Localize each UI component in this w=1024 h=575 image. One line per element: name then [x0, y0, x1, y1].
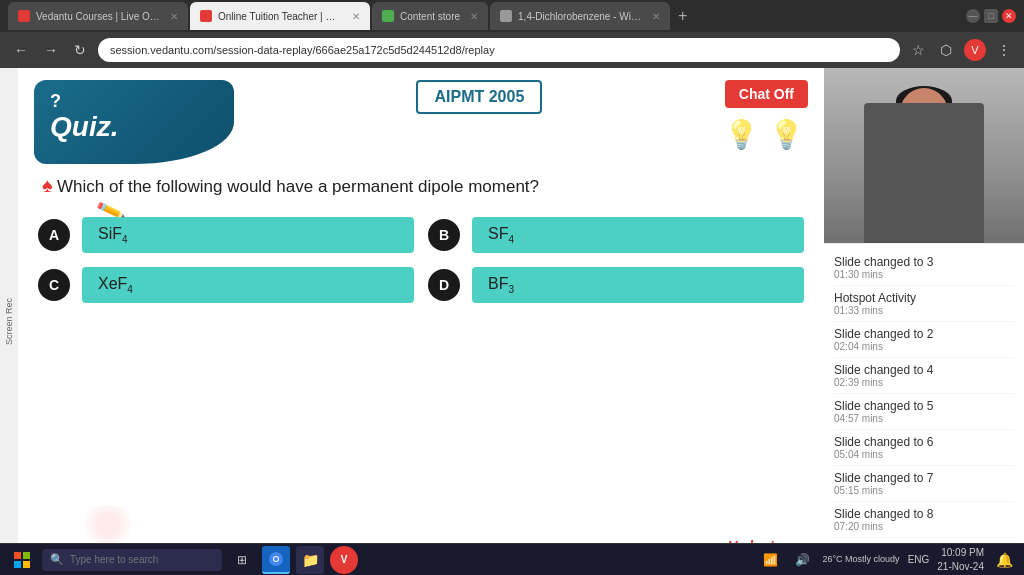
address-bar-row: ← → ↻ session.vedantu.com/session-data-r…	[0, 32, 1024, 68]
option-b-circle: B	[428, 219, 460, 251]
notification-icon[interactable]: 🔔	[992, 548, 1016, 572]
option-c[interactable]: C XeF4	[38, 267, 414, 303]
options-grid: A SiF4 B SF4 C XeF	[34, 217, 808, 303]
option-d-circle: D	[428, 269, 460, 301]
search-icon: 🔍	[50, 553, 64, 566]
tab-bar: Vedantu Courses | Live Online Tu... ✕ On…	[0, 0, 1024, 32]
bookmark-icon[interactable]: ☆	[908, 40, 928, 60]
aipmt-badge: AIPMT 2005	[416, 80, 542, 114]
bulb-2: 💡	[769, 118, 804, 151]
tab-favicon-3	[382, 10, 394, 22]
chat-off-button[interactable]: Chat Off	[725, 80, 808, 108]
tab-close-4[interactable]: ✕	[652, 11, 660, 22]
tab-online-tuition[interactable]: Online Tuition Teacher | Onlin... ✕	[190, 2, 370, 30]
svg-rect-1	[23, 552, 30, 559]
taskbar-right: 📶 🔊 26°C Mostly cloudy ENG 10:09 PM 21-N…	[758, 546, 1016, 574]
option-c-bar[interactable]: XeF4	[82, 267, 414, 303]
teacher-figure	[824, 68, 1024, 243]
option-b-bar[interactable]: SF4	[472, 217, 804, 253]
new-tab-button[interactable]: +	[672, 7, 693, 25]
browser-chrome: Vedantu Courses | Live Online Tu... ✕ On…	[0, 0, 1024, 68]
network-icon[interactable]: 📶	[758, 548, 782, 572]
video-panel: Slide changed to 3 01:30 mins Hotspot Ac…	[824, 68, 1024, 575]
activity-log: Slide changed to 3 01:30 mins Hotspot Ac…	[824, 243, 1024, 575]
bulb-1: 💡	[724, 118, 759, 151]
activity-item-8: Slide changed to 8 07:20 mins	[834, 502, 1014, 538]
menu-icon[interactable]: ⋮	[994, 40, 1014, 60]
activity-item-3: Slide changed to 2 02:04 mins	[834, 322, 1014, 358]
left-sidebar-strip[interactable]: Screen Rec	[0, 68, 18, 575]
chrome-app-button[interactable]	[262, 546, 290, 574]
quiz-header: ? Quiz. AIPMT 2005 Chat Off	[34, 80, 808, 164]
option-b[interactable]: B SF4	[428, 217, 804, 253]
search-input[interactable]	[70, 554, 190, 565]
background-decoration	[78, 505, 138, 545]
question-area: ♠ Which of the following would have a pe…	[34, 174, 808, 200]
main-content: Screen Rec ? Quiz. AIPMT 2005 Chat Off 💡…	[0, 68, 1024, 575]
activity-item-6: Slide changed to 6 05:04 mins	[834, 430, 1014, 466]
question-mark: ?	[50, 92, 214, 110]
tab-close-3[interactable]: ✕	[470, 11, 478, 22]
teacher-video	[824, 68, 1024, 243]
forward-button[interactable]: →	[40, 40, 62, 60]
activity-item-7: Slide changed to 7 05:15 mins	[834, 466, 1014, 502]
tab-content-store[interactable]: Content store ✕	[372, 2, 488, 30]
close-button[interactable]: ✕	[1002, 9, 1016, 23]
activity-item-4: Slide changed to 4 02:39 mins	[834, 358, 1014, 394]
option-c-circle: C	[38, 269, 70, 301]
windows-start-button[interactable]	[8, 546, 36, 574]
sidebar-text: Screen Rec	[4, 298, 14, 345]
tab-favicon-1	[18, 10, 30, 22]
option-d-bar[interactable]: BF3	[472, 267, 804, 303]
taskbar-search[interactable]: 🔍	[42, 549, 222, 571]
address-bar[interactable]: session.vedantu.com/session-data-replay/…	[98, 38, 900, 62]
language-indicator[interactable]: ENG	[908, 554, 930, 565]
weather-info: 26°C Mostly cloudy	[822, 553, 899, 566]
file-explorer-button[interactable]: 📁	[296, 546, 324, 574]
quiz-title-box: ? Quiz.	[34, 80, 234, 164]
tab-close-1[interactable]: ✕	[170, 11, 178, 22]
svg-rect-3	[23, 561, 30, 568]
chrome-icon	[269, 552, 283, 566]
option-d[interactable]: D BF3	[428, 267, 804, 303]
vedantu-app-button[interactable]: V	[330, 546, 358, 574]
option-a-circle: A	[38, 219, 70, 251]
option-a-bar[interactable]: SiF4	[82, 217, 414, 253]
question-text: ♠ Which of the following would have a pe…	[42, 174, 808, 200]
taskbar: 🔍 ⊞ 📁 V 📶 🔊 26°C Mostly cloudy ENG 10:09…	[0, 543, 1024, 575]
svg-rect-2	[14, 561, 21, 568]
quiz-area: ? Quiz. AIPMT 2005 Chat Off 💡 💡 ✏️ ♠ Whi…	[18, 68, 824, 575]
date-display: 21-Nov-24	[937, 560, 984, 574]
tab-close-2[interactable]: ✕	[352, 11, 360, 22]
tab-wikipedia[interactable]: 1,4-Dichlorobenzene - Wikipedia ✕	[490, 2, 670, 30]
bulbs-decoration: 💡 💡	[724, 118, 804, 151]
time-display: 10:09 PM	[937, 546, 984, 560]
toolbar-icons: ☆ ⬡ V ⋮	[908, 39, 1014, 61]
profile-icon[interactable]: V	[964, 39, 986, 61]
tab-favicon-4	[500, 10, 512, 22]
volume-icon[interactable]: 🔊	[790, 548, 814, 572]
svg-point-6	[274, 557, 278, 561]
reload-button[interactable]: ↻	[70, 40, 90, 60]
tab-favicon-2	[200, 10, 212, 22]
task-view-button[interactable]: ⊞	[228, 546, 256, 574]
extensions-icon[interactable]: ⬡	[936, 40, 956, 60]
tab-vedantu-courses[interactable]: Vedantu Courses | Live Online Tu... ✕	[8, 2, 188, 30]
clock: 10:09 PM 21-Nov-24	[937, 546, 984, 574]
svg-rect-0	[14, 552, 21, 559]
activity-item-5: Slide changed to 5 04:57 mins	[834, 394, 1014, 430]
question-icon: ♠	[42, 174, 53, 196]
activity-item-2: Hotspot Activity 01:33 mins	[834, 286, 1014, 322]
quiz-title: Quiz.	[50, 110, 214, 144]
minimize-button[interactable]: —	[966, 9, 980, 23]
maximize-button[interactable]: □	[984, 9, 998, 23]
option-a[interactable]: A SiF4	[38, 217, 414, 253]
teacher-body	[864, 103, 984, 243]
activity-item-1: Slide changed to 3 01:30 mins	[834, 250, 1014, 286]
windows-icon	[14, 552, 30, 568]
back-button[interactable]: ←	[10, 40, 32, 60]
